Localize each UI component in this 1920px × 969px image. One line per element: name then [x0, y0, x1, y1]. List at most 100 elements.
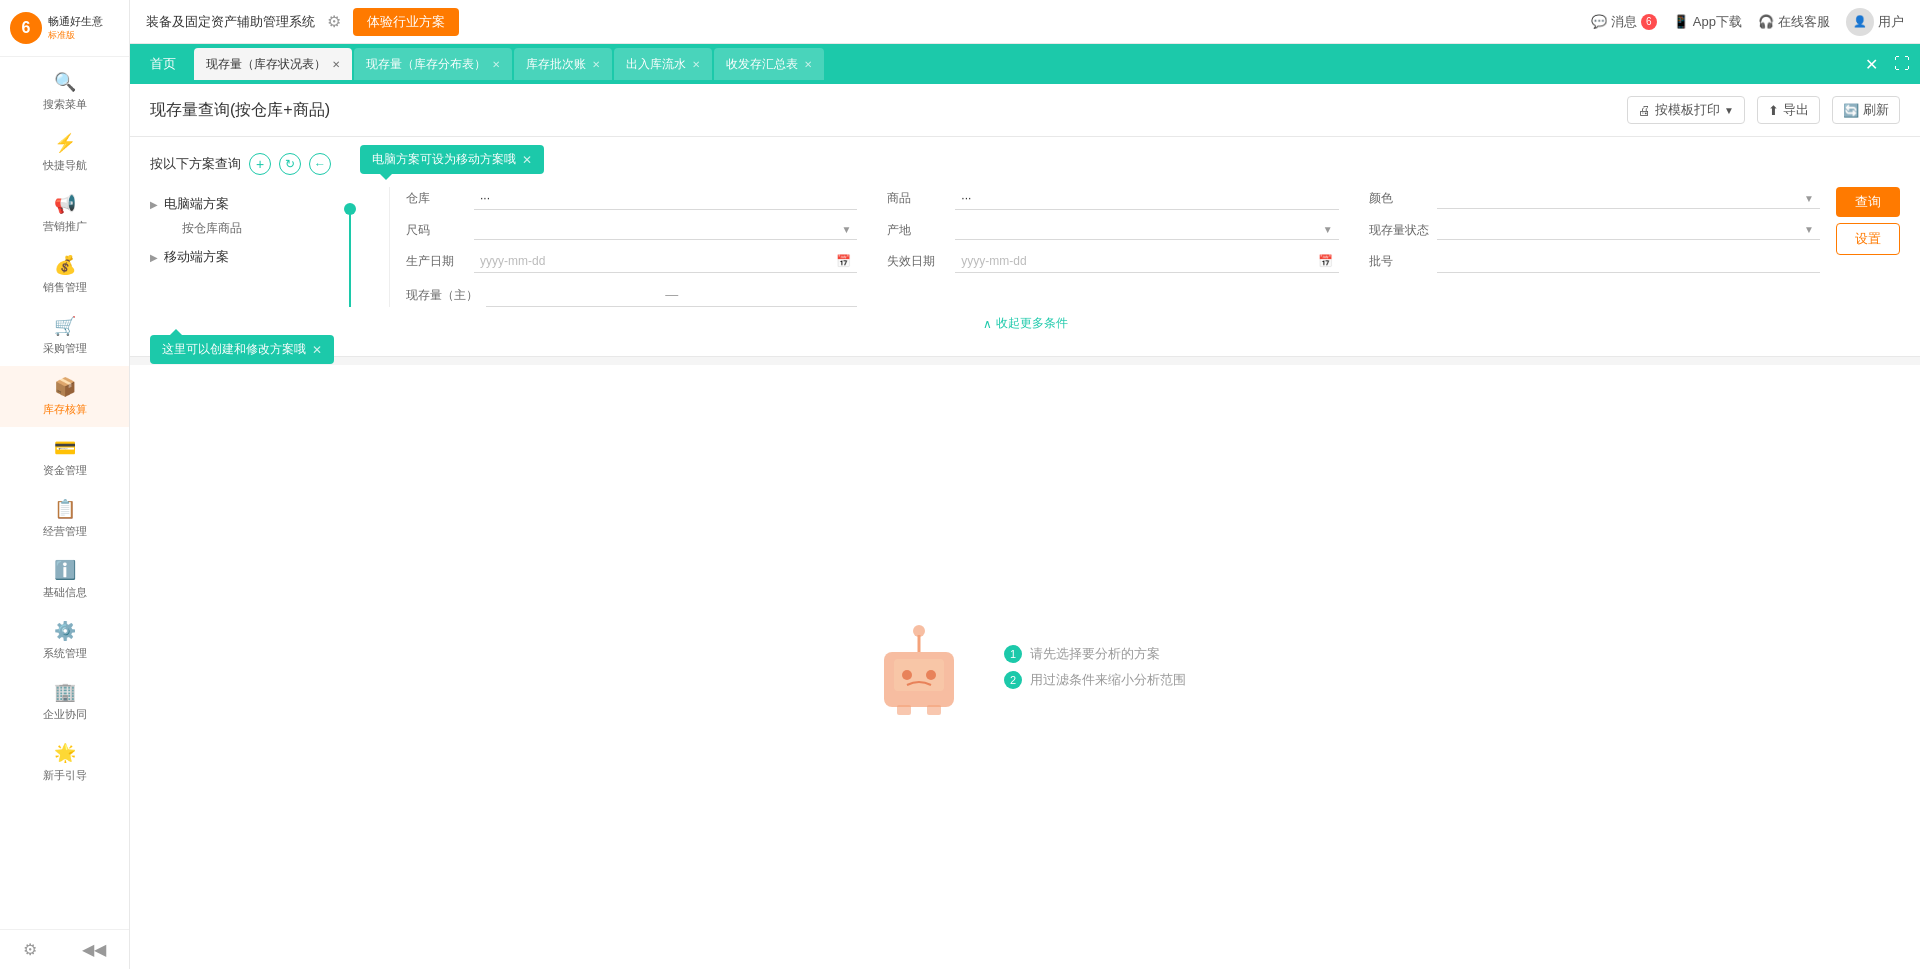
filter-add-btn[interactable]: + [249, 153, 271, 175]
filter-refresh-btn[interactable]: ↻ [279, 153, 301, 175]
mobile-scheme-item[interactable]: ▶ 移动端方案 [150, 244, 373, 270]
stock-main-label: 现存量（主） [406, 287, 478, 304]
sidebar-item-label-inventory: 库存核算 [43, 402, 87, 417]
exp-date-calendar-icon[interactable]: 📅 [1318, 254, 1333, 268]
print-arrow-icon: ▼ [1724, 105, 1734, 116]
empty-tip-1: 1 请先选择要分析的方案 [1004, 645, 1186, 663]
marketing-icon: 📢 [54, 193, 76, 215]
tab-label-inventory-status: 现存量（库存状况表） [206, 56, 326, 73]
prod-date-calendar-icon[interactable]: 📅 [836, 254, 851, 268]
batch-input[interactable] [1437, 250, 1820, 273]
tab-close-inventory-dist[interactable]: ✕ [492, 59, 500, 70]
tab-close-all-icon[interactable]: ✕ [1859, 55, 1884, 74]
collapse-more-btn[interactable]: ∧ 收起更多条件 [150, 307, 1900, 340]
refresh-label: 刷新 [1863, 101, 1889, 119]
pc-scheme-children: 按仓库商品 [166, 217, 373, 240]
sidebar-item-marketing[interactable]: 📢 营销推广 [0, 183, 129, 244]
sidebar-item-enterprise[interactable]: 🏢 企业协同 [0, 671, 129, 732]
filter-header-container: 电脑方案可设为移动方案哦 ✕ 按以下方案查询 + ↻ ← [150, 153, 1900, 175]
message-item[interactable]: 💬 消息 6 [1591, 13, 1657, 31]
sidebar-item-quick-nav[interactable]: ⚡ 快捷导航 [0, 122, 129, 183]
tab-close-inout-flow[interactable]: ✕ [692, 59, 700, 70]
sidebar-item-system[interactable]: ⚙️ 系统管理 [0, 610, 129, 671]
color-select[interactable]: ▼ [1437, 189, 1820, 209]
print-btn[interactable]: 🖨 按模板打印 ▼ [1627, 96, 1745, 124]
reset-btn[interactable]: 设置 [1836, 223, 1900, 255]
tooltip-close-1[interactable]: ✕ [522, 153, 532, 167]
page-header: 现存量查询(按仓库+商品) 🖨 按模板打印 ▼ ⬆ 导出 🔄 刷新 [130, 84, 1920, 137]
sidebar-item-label-system: 系统管理 [43, 646, 87, 661]
origin-arrow: ▼ [1323, 224, 1333, 235]
tab-close-collect-summary[interactable]: ✕ [804, 59, 812, 70]
filter-back-btn[interactable]: ← [309, 153, 331, 175]
warehouse-select[interactable]: ··· [474, 187, 857, 210]
stock-status-select[interactable]: ▼ [1437, 220, 1820, 240]
header-right: 💬 消息 6 📱 App下载 🎧 在线客服 👤 用户 [1591, 8, 1904, 36]
tab-inout-flow[interactable]: 出入库流水 ✕ [614, 48, 712, 80]
sidebar-bottom: ⚙ ◀◀ [0, 929, 129, 969]
pc-scheme-item[interactable]: ▶ 电脑端方案 [150, 191, 373, 217]
industry-btn[interactable]: 体验行业方案 [353, 8, 459, 36]
tab-label-collect-summary: 收发存汇总表 [726, 56, 798, 73]
sidebar-item-operations[interactable]: 📋 经营管理 [0, 488, 129, 549]
sidebar-item-guide[interactable]: 🌟 新手引导 [0, 732, 129, 793]
sidebar-item-purchase[interactable]: 🛒 采购管理 [0, 305, 129, 366]
mobile-scheme-arrow: ▶ [150, 252, 158, 263]
prod-date-label: 生产日期 [406, 253, 466, 270]
origin-select[interactable]: ▼ [955, 220, 1338, 240]
scheme-child-warehouse[interactable]: 按仓库商品 [182, 217, 373, 240]
collapse-sidebar-icon[interactable]: ◀◀ [82, 940, 106, 959]
tab-collect-summary[interactable]: 收发存汇总表 ✕ [714, 48, 824, 80]
tab-batch-account[interactable]: 库存批次账 ✕ [514, 48, 612, 80]
refresh-icon: 🔄 [1843, 103, 1859, 118]
tab-label-inout-flow: 出入库流水 [626, 56, 686, 73]
svg-rect-7 [927, 705, 941, 715]
filter-row-4: 现存量（主） — [406, 283, 1820, 307]
export-icon: ⬆ [1768, 103, 1779, 118]
tab-home[interactable]: 首页 [134, 44, 192, 84]
online-service-item[interactable]: 🎧 在线客服 [1758, 13, 1830, 31]
print-label: 按模板打印 [1655, 101, 1720, 119]
app-download-item[interactable]: 📱 App下载 [1673, 13, 1742, 31]
tab-inventory-status[interactable]: 现存量（库存状况表） ✕ [194, 48, 352, 80]
empty-illustration [864, 617, 974, 717]
sidebar-item-label-sales: 销售管理 [43, 280, 87, 295]
purchase-icon: 🛒 [54, 315, 76, 337]
quick-nav-icon: ⚡ [54, 132, 76, 154]
sidebar-item-sales[interactable]: 💰 销售管理 [0, 244, 129, 305]
settings-gear-icon[interactable]: ⚙ [327, 12, 341, 31]
size-select[interactable]: ▼ [474, 220, 857, 240]
tab-close-inventory-status[interactable]: ✕ [332, 59, 340, 70]
stock-status-arrow: ▼ [1804, 224, 1814, 235]
product-select[interactable]: ··· [955, 187, 1338, 210]
page-title: 现存量查询(按仓库+商品) [150, 100, 330, 121]
settings-icon[interactable]: ⚙ [23, 940, 37, 959]
sidebar-item-search-menu[interactable]: 🔍 搜索菜单 [0, 61, 129, 122]
basic-info-icon: ℹ️ [54, 559, 76, 581]
search-btn[interactable]: 查询 [1836, 187, 1900, 217]
sidebar-item-basic-info[interactable]: ℹ️ 基础信息 [0, 549, 129, 610]
prod-date-input[interactable]: yyyy-mm-dd 📅 [474, 250, 857, 273]
filter-row-2: 尺码 ▼ 产地 ▼ [406, 220, 1820, 240]
filter-area: 电脑方案可设为移动方案哦 ✕ 按以下方案查询 + ↻ ← ▶ 电脑端方案 [130, 137, 1920, 357]
exp-date-input[interactable]: yyyy-mm-dd 📅 [955, 250, 1338, 273]
refresh-btn[interactable]: 🔄 刷新 [1832, 96, 1900, 124]
filter-field-color: 颜色 ▼ [1369, 187, 1820, 210]
app-subtitle: 标准版 [48, 29, 103, 42]
sidebar-item-inventory[interactable]: 📦 库存核算 [0, 366, 129, 427]
tooltip-close-2[interactable]: ✕ [312, 343, 322, 357]
logo-icon: 6 [10, 12, 42, 44]
logo-area: 6 畅通好生意 标准版 [0, 0, 129, 57]
sidebar-item-finance[interactable]: 💳 资金管理 [0, 427, 129, 488]
tab-close-batch-account[interactable]: ✕ [592, 59, 600, 70]
sidebar: 6 畅通好生意 标准版 🔍 搜索菜单 ⚡ 快捷导航 📢 营销推广 💰 销售管理 … [0, 0, 130, 969]
filter-field-size: 尺码 ▼ [406, 220, 857, 240]
stock-main-max[interactable] [684, 288, 857, 302]
system-title: 装备及固定资产辅助管理系统 [146, 13, 315, 31]
top-header: 装备及固定资产辅助管理系统 ⚙ 体验行业方案 💬 消息 6 📱 App下载 🎧 … [130, 0, 1920, 44]
tab-fullscreen-icon[interactable]: ⛶ [1888, 55, 1916, 73]
export-btn[interactable]: ⬆ 导出 [1757, 96, 1820, 124]
user-item[interactable]: 👤 用户 [1846, 8, 1904, 36]
tab-inventory-dist[interactable]: 现存量（库存分布表） ✕ [354, 48, 512, 80]
stock-main-min[interactable] [486, 288, 659, 302]
